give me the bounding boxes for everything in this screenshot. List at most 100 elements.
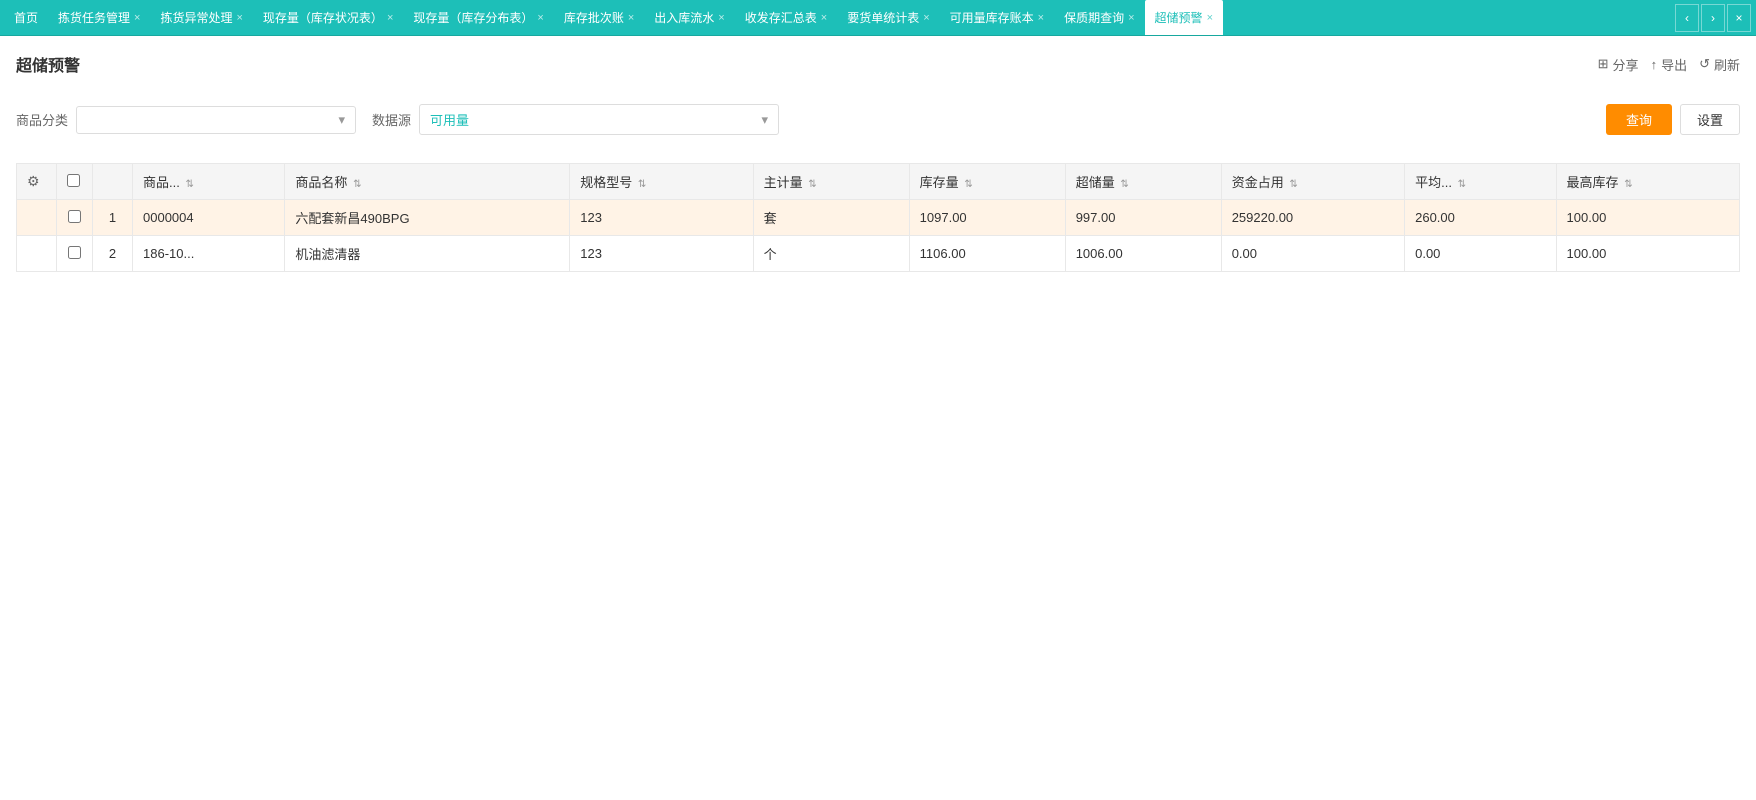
th-avg-sort-icon: ⇅ xyxy=(1458,179,1466,190)
page-content: 超储预警 ⊞ 分享 ↑ 导出 ↺ 刷新 商品分类 ▾ 数据源 xyxy=(0,36,1756,800)
th-over-label: 超储量 xyxy=(1076,175,1115,190)
nav-tab-2[interactable]: 拣货异常处理 × xyxy=(150,0,252,36)
td-capital-2: 0.00 xyxy=(1221,236,1404,272)
table-body: 1 0000004 六配套新昌490BPG 123 套 1097.00 997.… xyxy=(17,200,1740,272)
select-all-checkbox[interactable] xyxy=(67,174,80,187)
share-icon: ⊞ xyxy=(1598,56,1609,72)
td-unit-2: 个 xyxy=(753,236,909,272)
nav-tab-home[interactable]: 首页 xyxy=(4,0,48,36)
close-tab-5[interactable]: × xyxy=(628,12,634,24)
datasource-select[interactable]: 可用量 ▾ xyxy=(419,104,779,135)
datasource-label: 数据源 xyxy=(372,110,411,129)
nav-next-button[interactable]: › xyxy=(1701,4,1725,32)
table-row: 2 186-10... 机油滤清器 123 个 1106.00 1006.00 … xyxy=(17,236,1740,272)
settings-button[interactable]: 设置 xyxy=(1680,104,1740,135)
page-header: 超储预警 ⊞ 分享 ↑ 导出 ↺ 刷新 xyxy=(16,52,1740,76)
share-label: 分享 xyxy=(1613,55,1639,74)
td-name-1: 六配套新昌490BPG xyxy=(285,200,570,236)
td-spec-2: 123 xyxy=(570,236,753,272)
export-icon: ↑ xyxy=(1651,57,1658,72)
th-checkbox xyxy=(57,164,93,200)
th-unit-label: 主计量 xyxy=(764,175,803,190)
td-rownum-2: 2 xyxy=(93,236,133,272)
th-code-sort-icon: ⇅ xyxy=(185,179,193,190)
close-tab-6[interactable]: × xyxy=(718,12,724,24)
datasource-filter: 数据源 可用量 ▾ xyxy=(372,104,779,135)
th-spec-label: 规格型号 xyxy=(580,175,632,190)
td-code-2: 186-10... xyxy=(133,236,285,272)
nav-arrows: ‹ › × xyxy=(1674,4,1752,32)
nav-tab-3[interactable]: 现存量（库存状况表） × xyxy=(253,0,403,36)
th-name[interactable]: 商品名称 ⇅ xyxy=(285,164,570,200)
nav-tab-9[interactable]: 可用量库存账本 × xyxy=(940,0,1054,36)
th-spec[interactable]: 规格型号 ⇅ xyxy=(570,164,753,200)
td-over-2: 1006.00 xyxy=(1065,236,1221,272)
nav-tab-1[interactable]: 拣货任务管理 × xyxy=(48,0,150,36)
category-filter: 商品分类 ▾ xyxy=(16,106,356,134)
nav-tab-5[interactable]: 库存批次账 × xyxy=(554,0,644,36)
nav-close-button[interactable]: × xyxy=(1727,4,1751,32)
td-capital-1: 259220.00 xyxy=(1221,200,1404,236)
th-over[interactable]: 超储量 ⇅ xyxy=(1065,164,1221,200)
th-code[interactable]: 商品... ⇅ xyxy=(133,164,285,200)
category-label: 商品分类 xyxy=(16,110,68,129)
top-nav: 首页 拣货任务管理 × 拣货异常处理 × 现存量（库存状况表） × 现存量（库存… xyxy=(0,0,1756,36)
td-code-1: 0000004 xyxy=(133,200,285,236)
page-title: 超储预警 xyxy=(16,52,80,76)
th-code-label: 商品... xyxy=(143,175,180,190)
filter-actions: 查询 设置 xyxy=(1606,104,1740,135)
nav-tab-8[interactable]: 要货单统计表 × xyxy=(837,0,939,36)
th-stock-sort-icon: ⇅ xyxy=(964,179,972,190)
row-checkbox-1[interactable] xyxy=(68,210,81,223)
th-capital[interactable]: 资金占用 ⇅ xyxy=(1221,164,1404,200)
close-tab-active[interactable]: × xyxy=(1207,12,1213,24)
close-tab-10[interactable]: × xyxy=(1128,12,1134,24)
close-tab-7[interactable]: × xyxy=(821,12,827,24)
th-over-sort-icon: ⇅ xyxy=(1120,179,1128,190)
th-avg[interactable]: 平均... ⇅ xyxy=(1405,164,1556,200)
td-settings-2 xyxy=(17,236,57,272)
td-maxstock-1: 100.00 xyxy=(1556,200,1739,236)
th-unit[interactable]: 主计量 ⇅ xyxy=(753,164,909,200)
settings-gear-icon[interactable]: ⚙ xyxy=(27,173,40,189)
td-checkbox-2 xyxy=(57,236,93,272)
th-stock-label: 库存量 xyxy=(920,175,959,190)
th-settings: ⚙ xyxy=(17,164,57,200)
nav-tab-4[interactable]: 现存量（库存分布表） × xyxy=(403,0,553,36)
nav-tab-6[interactable]: 出入库流水 × xyxy=(644,0,734,36)
th-capital-sort-icon: ⇅ xyxy=(1289,179,1297,190)
th-maxstock-sort-icon: ⇅ xyxy=(1624,179,1632,190)
th-maxstock[interactable]: 最高库存 ⇅ xyxy=(1556,164,1739,200)
row-checkbox-2[interactable] xyxy=(68,246,81,259)
share-button[interactable]: ⊞ 分享 xyxy=(1598,55,1639,74)
category-dropdown-icon: ▾ xyxy=(338,112,345,128)
nav-prev-button[interactable]: ‹ xyxy=(1675,4,1699,32)
datasource-value: 可用量 xyxy=(430,110,469,129)
td-name-2: 机油滤清器 xyxy=(285,236,570,272)
category-select[interactable]: ▾ xyxy=(76,106,356,134)
th-name-label: 商品名称 xyxy=(295,175,347,190)
nav-tab-10[interactable]: 保质期查询 × xyxy=(1054,0,1144,36)
close-tab-9[interactable]: × xyxy=(1038,12,1044,24)
datasource-dropdown-icon: ▾ xyxy=(762,112,769,128)
close-tab-2[interactable]: × xyxy=(236,12,242,24)
query-button[interactable]: 查询 xyxy=(1606,104,1672,135)
close-tab-8[interactable]: × xyxy=(923,12,929,24)
filter-bar: 商品分类 ▾ 数据源 可用量 ▾ 查询 设置 xyxy=(16,92,1740,147)
refresh-button[interactable]: ↺ 刷新 xyxy=(1699,55,1740,74)
th-rownum xyxy=(93,164,133,200)
nav-tab-7[interactable]: 收发存汇总表 × xyxy=(735,0,837,36)
td-spec-1: 123 xyxy=(570,200,753,236)
td-over-1: 997.00 xyxy=(1065,200,1221,236)
th-name-sort-icon: ⇅ xyxy=(353,179,361,190)
export-button[interactable]: ↑ 导出 xyxy=(1651,55,1688,74)
td-stock-2: 1106.00 xyxy=(909,236,1065,272)
th-stock[interactable]: 库存量 ⇅ xyxy=(909,164,1065,200)
close-tab-1[interactable]: × xyxy=(134,12,140,24)
nav-tab-active[interactable]: 超储预警 × xyxy=(1145,0,1223,36)
table-row: 1 0000004 六配套新昌490BPG 123 套 1097.00 997.… xyxy=(17,200,1740,236)
close-tab-4[interactable]: × xyxy=(537,12,543,24)
td-checkbox-1 xyxy=(57,200,93,236)
th-avg-label: 平均... xyxy=(1415,175,1452,190)
close-tab-3[interactable]: × xyxy=(387,12,393,24)
